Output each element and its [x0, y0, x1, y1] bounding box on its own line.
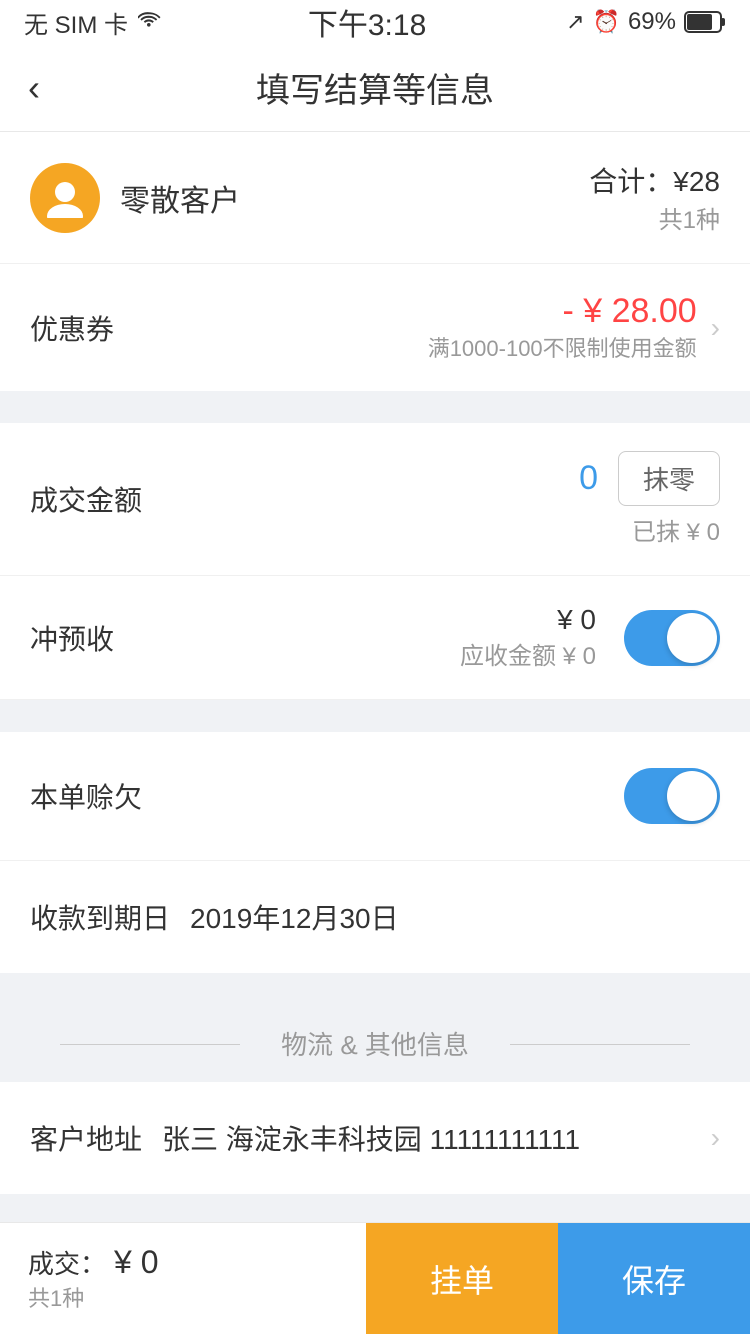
avatar-icon	[45, 178, 85, 218]
transaction-row: 成交金额 0 抹零 已抹 ¥ 0	[0, 423, 750, 576]
customer-right: 合计：¥28 共1种	[589, 160, 720, 235]
credit-card: 本单赊欠 收款到期日 2019年12月30日	[0, 732, 750, 973]
status-right-area: ↗ ⏰ 69%	[566, 8, 726, 36]
prepayment-sub: 应收金额 ¥ 0	[460, 636, 596, 671]
wifi-icon	[138, 11, 168, 33]
section-divider-3	[0, 989, 750, 1005]
address-label: 客户地址	[30, 1118, 142, 1158]
nav-title: 填写结算等信息	[256, 63, 494, 112]
credit-toggle[interactable]	[624, 768, 720, 824]
nav-bar: ‹ 填写结算等信息	[0, 44, 750, 132]
back-button[interactable]: ‹	[28, 67, 40, 109]
logistics-label: 物流 & 其他信息	[281, 1030, 469, 1060]
prepayment-toggle-row: ¥ 0 应收金额 ¥ 0	[460, 604, 720, 671]
alarm-icon: ⏰	[593, 9, 620, 35]
transaction-label: 成交金额	[30, 479, 142, 519]
logistics-header: 物流 & 其他信息	[0, 1005, 750, 1082]
due-date-value[interactable]: 2019年12月30日	[190, 897, 399, 937]
coupon-right: - ¥ 28.00 满1000-100不限制使用金额 ›	[428, 292, 720, 363]
address-row[interactable]: 客户地址 张三 海淀永丰科技园 11111111111 ›	[0, 1082, 750, 1194]
bottom-count: 共1种	[28, 1281, 338, 1313]
content-area: 零散客户 合计：¥28 共1种 优惠券 - ¥ 28.00 满1000-100不…	[0, 132, 750, 1330]
bottom-info: 成交： ¥ 0 共1种	[0, 1244, 366, 1313]
battery-icon	[684, 11, 726, 33]
section-divider-1	[0, 407, 750, 423]
coupon-row[interactable]: 优惠券 - ¥ 28.00 满1000-100不限制使用金额 ›	[0, 263, 750, 391]
address-value: 张三 海淀永丰科技园 11111111111	[162, 1118, 701, 1158]
customer-avatar	[30, 163, 100, 233]
transaction-sub-text: 已抹 ¥ 0	[632, 512, 720, 547]
customer-row: 零散客户 合计：¥28 共1种	[0, 132, 750, 263]
round-button[interactable]: 抹零	[618, 451, 720, 506]
prepayment-right: ¥ 0 应收金额 ¥ 0	[460, 604, 720, 671]
section-divider-2	[0, 716, 750, 732]
customer-name: 零散客户	[120, 176, 240, 220]
prepayment-row: 冲预收 ¥ 0 应收金额 ¥ 0	[0, 576, 750, 700]
prepayment-amount: ¥ 0	[460, 604, 596, 636]
hang-button[interactable]: 挂单	[366, 1223, 558, 1334]
customer-left: 零散客户	[30, 163, 240, 233]
status-carrier-area: 无 SIM 卡	[24, 5, 168, 40]
prepayment-toggle-knob	[667, 613, 717, 663]
credit-label: 本单赊欠	[30, 776, 142, 816]
status-time: 下午3:18	[308, 0, 426, 44]
carrier-text: 无 SIM 卡	[24, 5, 128, 40]
due-date-row: 收款到期日 2019年12月30日	[0, 861, 750, 973]
address-card: 客户地址 张三 海淀永丰科技园 11111111111 ›	[0, 1082, 750, 1194]
transaction-value-area: 0 抹零 已抹 ¥ 0	[558, 451, 720, 547]
prepayment-toggle[interactable]	[624, 610, 720, 666]
coupon-chevron-icon: ›	[711, 312, 720, 344]
transaction-value-row: 0 抹零	[558, 451, 720, 506]
bottom-deal-label: 成交：	[28, 1244, 106, 1281]
coupon-amount: - ¥ 28.00	[428, 292, 697, 331]
due-date-label: 收款到期日	[30, 897, 170, 937]
battery-text: 69%	[628, 8, 676, 36]
address-chevron-icon: ›	[711, 1122, 720, 1154]
coupon-description: 满1000-100不限制使用金额	[428, 331, 697, 363]
bottom-amount: ¥ 0	[114, 1244, 158, 1281]
location-icon: ↗	[566, 9, 584, 35]
status-bar: 无 SIM 卡 下午3:18 ↗ ⏰ 69%	[0, 0, 750, 44]
customer-card: 零散客户 合计：¥28 共1种 优惠券 - ¥ 28.00 满1000-100不…	[0, 132, 750, 391]
transaction-amount-input[interactable]: 0	[558, 459, 598, 498]
customer-count: 共1种	[589, 200, 720, 235]
save-button[interactable]: 保存	[558, 1223, 750, 1334]
coupon-label: 优惠券	[30, 308, 114, 348]
credit-toggle-knob	[667, 771, 717, 821]
prepayment-label: 冲预收	[30, 618, 114, 658]
bottom-bar: 成交： ¥ 0 共1种 挂单 保存	[0, 1222, 750, 1334]
credit-row: 本单赊欠	[0, 732, 750, 861]
transaction-card: 成交金额 0 抹零 已抹 ¥ 0 冲预收 ¥ 0 应收金额 ¥ 0	[0, 423, 750, 700]
customer-total: 合计：¥28	[589, 160, 720, 200]
